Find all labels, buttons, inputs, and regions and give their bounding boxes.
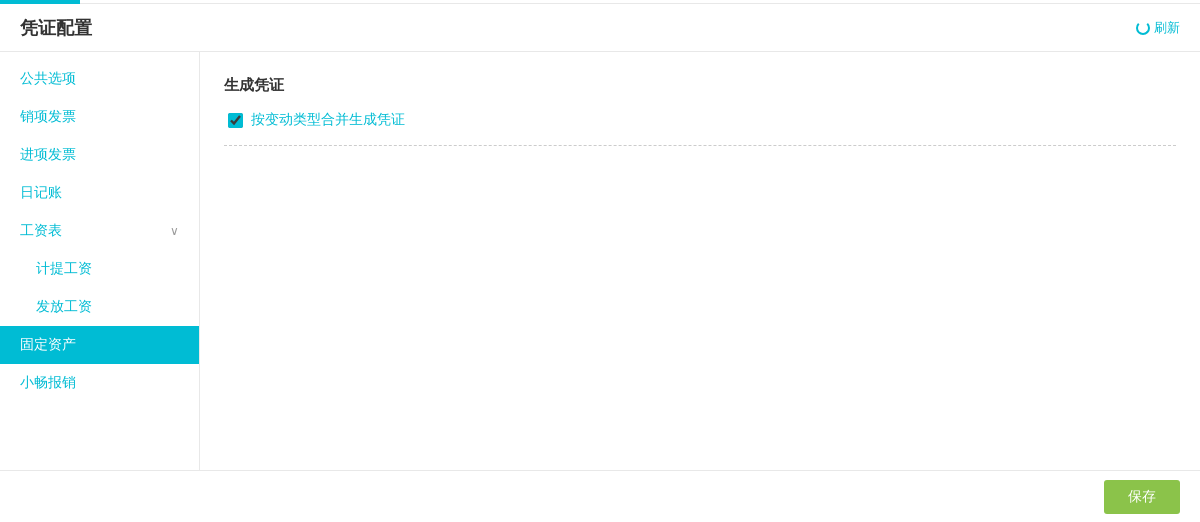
sidebar-item-purchase-invoice[interactable]: 进项发票 xyxy=(0,136,199,174)
sidebar-item-public-options[interactable]: 公共选项 xyxy=(0,60,199,98)
section-title: 生成凭证 xyxy=(224,76,1176,95)
sidebar-item-journal[interactable]: 日记账 xyxy=(0,174,199,212)
sidebar-item-label: 小畅报销 xyxy=(20,374,76,392)
sidebar-item-label: 固定资产 xyxy=(20,336,76,354)
sidebar-item-issue-payroll[interactable]: 发放工资 xyxy=(0,288,199,326)
sidebar-item-label: 工资表 xyxy=(20,222,62,240)
refresh-icon xyxy=(1136,21,1150,35)
sidebar-item-sales-invoice[interactable]: 销项发票 xyxy=(0,98,199,136)
footer: 保存 xyxy=(0,470,1200,522)
sidebar: 公共选项 销项发票 进项发票 日记账 工资表 ∨ 计提工资 发放工资 固定资 xyxy=(0,52,200,470)
sidebar-item-fixed-assets[interactable]: 固定资产 xyxy=(0,326,199,364)
refresh-label: 刷新 xyxy=(1154,19,1180,37)
page-wrapper: 凭证配置 刷新 公共选项 销项发票 进项发票 日记账 工资表 ∨ xyxy=(0,0,1200,522)
sidebar-item-label: 发放工资 xyxy=(36,298,92,316)
save-button[interactable]: 保存 xyxy=(1104,480,1180,514)
page-title: 凭证配置 xyxy=(20,16,92,40)
header: 凭证配置 刷新 xyxy=(0,4,1200,52)
merge-by-type-label[interactable]: 按变动类型合并生成凭证 xyxy=(251,111,405,129)
refresh-button[interactable]: 刷新 xyxy=(1136,19,1180,37)
sidebar-item-label: 公共选项 xyxy=(20,70,76,88)
sidebar-item-label: 日记账 xyxy=(20,184,62,202)
sidebar-item-payroll-table[interactable]: 工资表 ∨ xyxy=(0,212,199,250)
sidebar-item-calc-payroll[interactable]: 计提工资 xyxy=(0,250,199,288)
content-area: 公共选项 销项发票 进项发票 日记账 工资表 ∨ 计提工资 发放工资 固定资 xyxy=(0,52,1200,470)
chevron-down-icon: ∨ xyxy=(170,224,179,238)
merge-by-type-checkbox[interactable] xyxy=(228,113,243,128)
sidebar-item-petty-expense[interactable]: 小畅报销 xyxy=(0,364,199,402)
section-divider xyxy=(224,145,1176,146)
sidebar-item-label: 计提工资 xyxy=(36,260,92,278)
checkbox-row: 按变动类型合并生成凭证 xyxy=(224,111,1176,129)
sidebar-item-label: 进项发票 xyxy=(20,146,76,164)
main-content: 生成凭证 按变动类型合并生成凭证 xyxy=(200,52,1200,470)
sidebar-item-label: 销项发票 xyxy=(20,108,76,126)
